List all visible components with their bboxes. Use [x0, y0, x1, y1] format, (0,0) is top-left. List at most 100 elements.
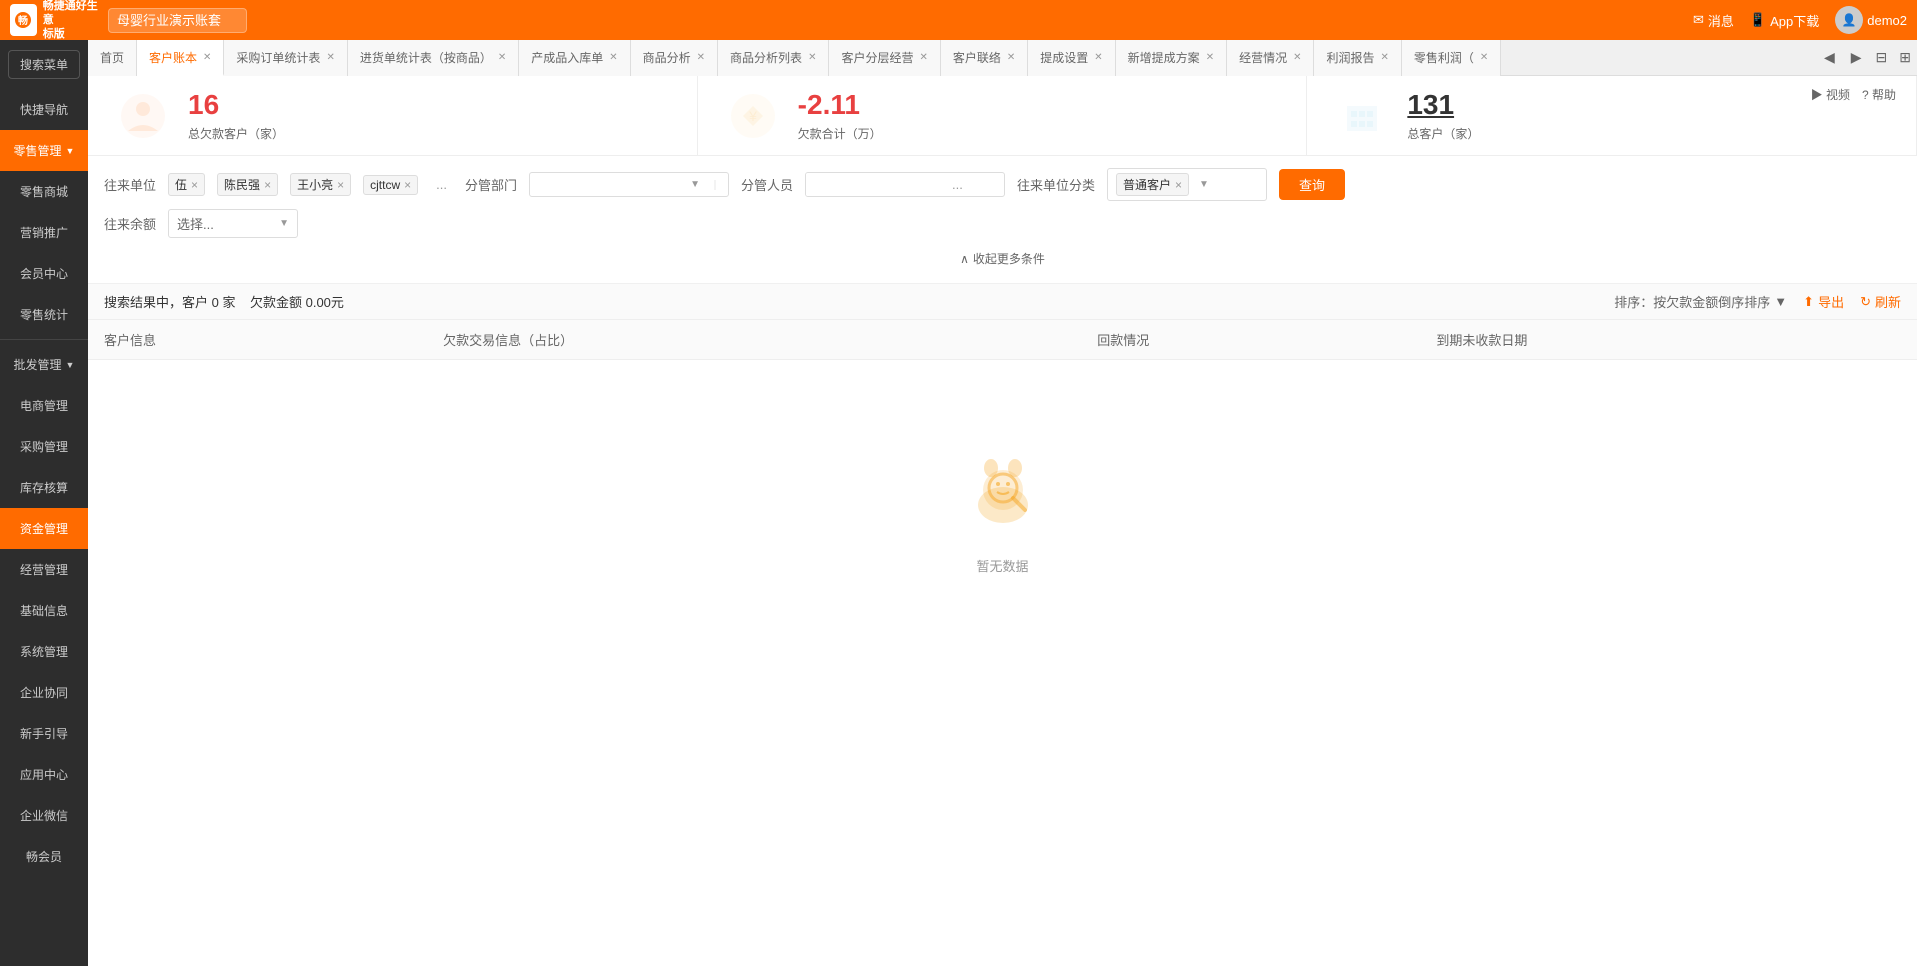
sidebar-item-enterprise-collab[interactable]: 企业协同: [0, 672, 88, 713]
tab-close-stock-stats[interactable]: ✕: [498, 52, 506, 63]
tab-product-analysis-list[interactable]: 商品分析列表 ✕: [718, 40, 829, 76]
tab-close-customer-segment[interactable]: ✕: [919, 52, 927, 63]
tab-actions: ◀ ▶ ⊟ ⊞: [1816, 40, 1917, 76]
refresh-btn[interactable]: ↻ 刷新: [1860, 292, 1901, 311]
col-repayment-status: 回款情况: [1081, 320, 1420, 360]
unit-category-tag-normal[interactable]: 普通客户 ×: [1116, 173, 1189, 196]
svg-text:畅: 畅: [18, 14, 28, 27]
filter-tag-wang[interactable]: 王小亮 ×: [290, 173, 351, 196]
chevron-icon-2: ▼: [66, 360, 75, 370]
export-btn[interactable]: ⬆ 导出: [1803, 292, 1844, 311]
sidebar-item-new-guide[interactable]: 新手引导: [0, 713, 88, 754]
top-bar-center: 母婴行业演示账套: [98, 8, 1693, 33]
unit-category-select[interactable]: 普通客户 × ▼: [1107, 168, 1267, 201]
sidebar-item-retail-stats[interactable]: 零售统计: [0, 294, 88, 335]
tab-promotion-settings[interactable]: 提成设置 ✕: [1028, 40, 1115, 76]
sidebar: 搜索菜单 快捷导航 零售管理 ▼ 零售商城 营销推广 会员中心 零售统计 批发管…: [0, 40, 88, 966]
tab-close-purchase-order[interactable]: ✕: [326, 52, 334, 63]
sidebar-item-marketing[interactable]: 营销推广: [0, 212, 88, 253]
tab-profit-report[interactable]: 利润报告 ✕: [1314, 40, 1401, 76]
sidebar-item-retail-mall[interactable]: 零售商城: [0, 171, 88, 212]
sidebar-item-inventory-check[interactable]: 库存核算: [0, 467, 88, 508]
tab-retail-profit[interactable]: 零售利润（ ✕: [1402, 40, 1501, 76]
chevron-up-icon: ∧: [960, 252, 969, 266]
sidebar-item-member-center[interactable]: 会员中心: [0, 253, 88, 294]
tab-close-product-analysis[interactable]: ✕: [697, 52, 705, 63]
tab-home[interactable]: 首页: [88, 40, 137, 76]
tab-close-business-status[interactable]: ✕: [1293, 52, 1301, 63]
message-btn[interactable]: ✉ 消息: [1693, 11, 1734, 30]
collapse-filters-btn[interactable]: ∧ 收起更多条件: [104, 246, 1901, 271]
total-customers-label: 总客户（家）: [1407, 125, 1479, 142]
balance-filter-label: 往来余额: [104, 214, 156, 233]
sidebar-item-wholesale-mgmt[interactable]: 批发管理 ▼: [0, 344, 88, 385]
tab-product-analysis[interactable]: 商品分析 ✕: [631, 40, 718, 76]
balance-select[interactable]: 选择... ▼: [168, 209, 298, 238]
tab-purchase-order-stats[interactable]: 采购订单统计表 ✕: [224, 40, 347, 76]
filter-tag-chen-close[interactable]: ×: [264, 178, 271, 192]
person-input-dots[interactable]: ...: [946, 177, 969, 192]
sidebar-item-purchase-mgmt[interactable]: 采购管理: [0, 426, 88, 467]
download-icon: 📱: [1750, 12, 1766, 28]
logo-text: 畅捷通好生意 标版: [43, 0, 98, 41]
dept-select[interactable]: ▼ ｜: [529, 172, 729, 197]
tab-scroll-right[interactable]: ▶: [1843, 40, 1870, 76]
tab-close-new-promotion[interactable]: ✕: [1206, 52, 1214, 63]
tab-new-promotion-plan[interactable]: 新增提成方案 ✕: [1116, 40, 1227, 76]
filter-tag-cjttcw-close[interactable]: ×: [404, 178, 411, 192]
tab-close-profit-report[interactable]: ✕: [1381, 52, 1389, 63]
stat-help: ▶ 视频 ? 帮助: [1811, 86, 1896, 103]
tab-bar: 首页 客户账本 ✕ 采购订单统计表 ✕ 进货单统计表（按商品） ✕ 产成品入库单…: [88, 40, 1917, 76]
overdue-customers-value: 16: [188, 89, 284, 121]
tab-scroll-left[interactable]: ◀: [1816, 40, 1843, 76]
tab-customer-contact[interactable]: 客户联络 ✕: [941, 40, 1028, 76]
filter-tag-chen[interactable]: 陈民强 ×: [217, 173, 278, 196]
filter-more-tags[interactable]: ...: [430, 175, 453, 194]
tab-close-customer-contact[interactable]: ✕: [1007, 52, 1015, 63]
tab-maximize[interactable]: ⊞: [1893, 40, 1917, 76]
avatar: 👤: [1835, 6, 1863, 34]
sidebar-item-app-center[interactable]: 应用中心: [0, 754, 88, 795]
tab-close-product-inbound[interactable]: ✕: [609, 52, 617, 63]
industry-select[interactable]: 母婴行业演示账套: [108, 8, 247, 33]
search-menu-btn[interactable]: 搜索菜单: [8, 50, 80, 79]
tab-close-retail-profit[interactable]: ✕: [1480, 52, 1488, 63]
tab-close-customer-balance[interactable]: ✕: [203, 52, 211, 63]
sidebar-item-enterprise-wechat[interactable]: 企业微信: [0, 795, 88, 836]
sidebar-item-ecommerce-mgmt[interactable]: 电商管理: [0, 385, 88, 426]
sort-select[interactable]: 排序：按欠款金额倒序排序 ▼: [1614, 292, 1787, 311]
tab-minimize[interactable]: ⊟: [1870, 40, 1894, 76]
filter-tag-wang-close[interactable]: ×: [337, 178, 344, 192]
stat-overdue-customers: 16 总欠款客户（家）: [88, 76, 698, 155]
tab-customer-balance[interactable]: 客户账本 ✕: [137, 40, 224, 76]
sidebar-item-basic-info[interactable]: 基础信息: [0, 590, 88, 631]
sidebar-item-quick-nav[interactable]: 快捷导航: [0, 89, 88, 130]
unit-category-tag-close[interactable]: ×: [1175, 178, 1182, 192]
tab-customer-segment[interactable]: 客户分层经营 ✕: [829, 40, 940, 76]
top-bar: 畅 畅捷通好生意 标版 母婴行业演示账套 ✉ 消息 📱 App下载 👤: [0, 0, 1917, 40]
stat-overdue-customers-values: 16 总欠款客户（家）: [188, 89, 284, 142]
tab-product-inbound[interactable]: 产成品入库单 ✕: [519, 40, 630, 76]
unit-category-chevron-icon: ▼: [1199, 179, 1209, 190]
filter-tag-cjttcw[interactable]: cjttcw ×: [363, 175, 418, 195]
video-help-btn[interactable]: ▶ 视频: [1811, 86, 1850, 103]
result-actions: 排序：按欠款金额倒序排序 ▼ ⬆ 导出 ↻ 刷新: [1614, 292, 1901, 311]
sidebar-item-system-mgmt[interactable]: 系统管理: [0, 631, 88, 672]
dept-clear-icon[interactable]: ｜: [710, 177, 720, 192]
help-btn[interactable]: ? 帮助: [1862, 86, 1896, 103]
tab-close-product-analysis-list[interactable]: ✕: [808, 52, 816, 63]
query-button[interactable]: 查询: [1279, 169, 1345, 200]
sidebar-item-operations-mgmt[interactable]: 经营管理: [0, 549, 88, 590]
tab-close-promotion-settings[interactable]: ✕: [1094, 52, 1102, 63]
app-download-btn[interactable]: 📱 App下载: [1750, 11, 1819, 30]
user-profile[interactable]: 👤 demo2: [1835, 6, 1907, 34]
person-input[interactable]: [806, 173, 946, 196]
sidebar-item-retail-mgmt[interactable]: 零售管理 ▼: [0, 130, 88, 171]
filter-tag-wu[interactable]: 伍 ×: [168, 173, 205, 196]
tab-business-status[interactable]: 经营情况 ✕: [1227, 40, 1314, 76]
sidebar-item-vip-member[interactable]: 畅会员: [0, 836, 88, 877]
sidebar-item-capital-mgmt[interactable]: 资金管理: [0, 508, 88, 549]
tab-stock-stats[interactable]: 进货单统计表（按商品） ✕: [348, 40, 519, 76]
message-icon: ✉: [1693, 12, 1704, 28]
filter-tag-wu-close[interactable]: ×: [191, 178, 198, 192]
